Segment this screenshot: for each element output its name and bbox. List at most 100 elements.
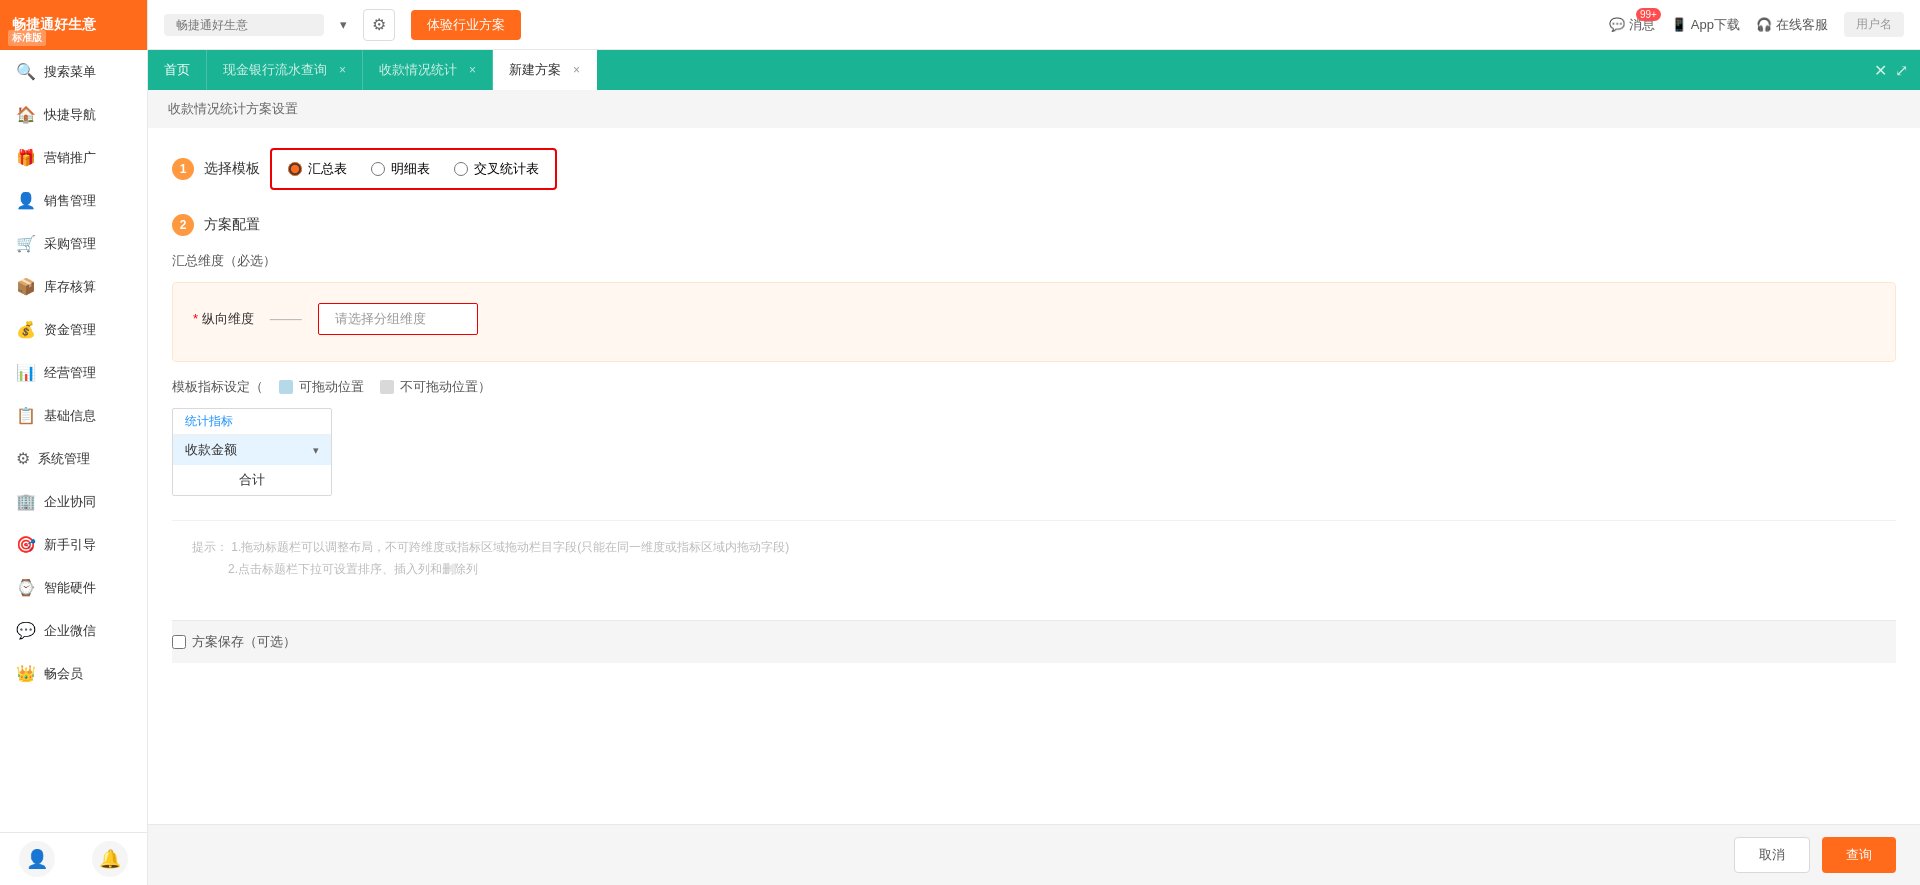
sidebar-icon-system: ⚙ — [16, 449, 30, 468]
page-body: 1 选择模板 汇总表 明细表 交叉统计表 — [148, 128, 1920, 824]
app-download-icon: 📱 — [1671, 17, 1687, 32]
sidebar-item-guide[interactable]: 🎯 新手引导 — [0, 523, 147, 566]
save-option-checkbox[interactable] — [172, 635, 186, 649]
step1-number: 1 — [172, 158, 194, 180]
sidebar-label-inventory: 库存核算 — [44, 278, 96, 296]
tab-label-payment-stats: 收款情况统计 — [379, 61, 457, 79]
col-header-payment[interactable]: 收款金额 ▾ — [173, 435, 331, 465]
indicator-table-area: 统计指标 收款金额 ▾ 合计 — [172, 408, 1896, 496]
sidebar-label-enterprise: 企业协同 — [44, 493, 96, 511]
tab-cash-query[interactable]: 现金银行流水查询 × — [207, 50, 363, 90]
hint-section: 提示： 1.拖动标题栏可以调整布局，不可跨维度或指标区域拖动栏目字段(只能在同一… — [172, 520, 1896, 596]
indicator-table: 统计指标 收款金额 ▾ 合计 — [172, 408, 332, 496]
version-tag: 标准版 — [8, 30, 46, 46]
step1-header: 1 选择模板 汇总表 明细表 交叉统计表 — [172, 148, 1896, 190]
query-button[interactable]: 查询 — [1822, 837, 1896, 873]
sidebar-notification-icon[interactable]: 🔔 — [92, 841, 128, 877]
dimension-placeholder-button[interactable]: 请选择分组维度 — [318, 303, 478, 335]
tab-bar: 首页现金银行流水查询×收款情况统计×新建方案× ✕ ⤢ — [148, 50, 1920, 90]
dimension-row: 纵向维度 —— 请选择分组维度 — [193, 303, 1875, 335]
radio-detail-label: 明细表 — [391, 160, 430, 178]
dimension-section-title: 汇总维度（必选） — [172, 252, 1896, 270]
sidebar-icon-basics: 📋 — [16, 406, 36, 425]
page-title: 收款情况统计方案设置 — [168, 101, 298, 116]
sidebar-item-system[interactable]: ⚙ 系统管理 — [0, 437, 147, 480]
notification-button[interactable]: 💬 消息 99+ — [1609, 16, 1655, 34]
breadcrumb-input[interactable] — [164, 14, 324, 36]
sidebar-label-weixin: 企业微信 — [44, 622, 96, 640]
sidebar-item-member[interactable]: 👑 畅会员 — [0, 652, 147, 695]
sidebar-bottom: 👤 🔔 — [0, 832, 147, 885]
tab-new-plan[interactable]: 新建方案× — [493, 50, 597, 90]
radio-summary[interactable]: 汇总表 — [288, 160, 347, 178]
sidebar-icon-purchase: 🛒 — [16, 234, 36, 253]
radio-detail[interactable]: 明细表 — [371, 160, 430, 178]
legend-fixed: 不可拖动位置） — [380, 378, 491, 396]
radio-summary-label: 汇总表 — [308, 160, 347, 178]
message-icon: 💬 — [1609, 17, 1625, 32]
sidebar-icon-guide: 🎯 — [16, 535, 36, 554]
sidebar-item-weixin[interactable]: 💬 企业微信 — [0, 609, 147, 652]
sidebar-item-sales[interactable]: 👤 销售管理 — [0, 179, 147, 222]
tab-close-all-icon[interactable]: ✕ — [1874, 61, 1887, 80]
top-header: ▾ ⚙ 体验行业方案 💬 消息 99+ 📱 App下载 🎧 在线客服 用户名 — [148, 0, 1920, 50]
sidebar-label-sales: 销售管理 — [44, 192, 96, 210]
user-info[interactable]: 用户名 — [1844, 12, 1904, 37]
sidebar-user-icon[interactable]: 👤 — [19, 841, 55, 877]
sidebar-item-inventory[interactable]: 📦 库存核算 — [0, 265, 147, 308]
sidebar-label-purchase: 采购管理 — [44, 235, 96, 253]
tab-close-new-plan[interactable]: × — [573, 63, 580, 77]
sidebar-item-quick-nav[interactable]: 🏠 快捷导航 — [0, 93, 147, 136]
sidebar-item-marketing[interactable]: 🎁 营销推广 — [0, 136, 147, 179]
sidebar-item-basics[interactable]: 📋 基础信息 — [0, 394, 147, 437]
save-option-text: 方案保存（可选） — [192, 633, 296, 651]
save-option-label[interactable]: 方案保存（可选） — [172, 633, 296, 651]
radio-detail-input[interactable] — [371, 162, 385, 176]
sidebar-icon-inventory: 📦 — [16, 277, 36, 296]
sidebar-item-operations[interactable]: 📊 经营管理 — [0, 351, 147, 394]
bottom-action-bar: 取消 查询 — [148, 824, 1920, 885]
footer-save-section: 方案保存（可选） — [172, 620, 1896, 663]
page-title-bar: 收款情况统计方案设置 — [148, 90, 1920, 128]
cancel-button[interactable]: 取消 — [1734, 837, 1810, 873]
industry-plan-button[interactable]: 体验行业方案 — [411, 10, 521, 40]
sidebar-item-finance[interactable]: 💰 资金管理 — [0, 308, 147, 351]
step1-label: 选择模板 — [204, 160, 260, 178]
settings-gear-button[interactable]: ⚙ — [363, 9, 395, 41]
tab-expand-icon[interactable]: ⤢ — [1895, 61, 1908, 80]
sidebar-label-quick-nav: 快捷导航 — [44, 106, 96, 124]
sidebar-item-search-menu[interactable]: 🔍 搜索菜单 — [0, 50, 147, 93]
sidebar-label-operations: 经营管理 — [44, 364, 96, 382]
radio-cross[interactable]: 交叉统计表 — [454, 160, 539, 178]
radio-summary-input[interactable] — [288, 162, 302, 176]
tab-home[interactable]: 首页 — [148, 50, 207, 90]
dimension-area: 纵向维度 —— 请选择分组维度 — [172, 282, 1896, 362]
step2-header: 2 方案配置 — [172, 214, 1896, 236]
sidebar-icon-operations: 📊 — [16, 363, 36, 382]
tab-payment-stats[interactable]: 收款情况统计 × — [363, 50, 493, 90]
sidebar-item-hardware[interactable]: ⌚ 智能硬件 — [0, 566, 147, 609]
sidebar-icon-hardware: ⌚ — [16, 578, 36, 597]
col-header-label: 收款金额 — [185, 441, 237, 459]
tab-close-cash-query[interactable]: × — [339, 63, 346, 77]
online-service-label: 在线客服 — [1776, 16, 1828, 34]
sidebar-item-enterprise[interactable]: 🏢 企业协同 — [0, 480, 147, 523]
tab-close-payment-stats[interactable]: × — [469, 63, 476, 77]
col-chevron-icon: ▾ — [313, 444, 319, 457]
tab-actions: ✕ ⤢ — [1862, 50, 1920, 90]
sidebar-item-purchase[interactable]: 🛒 采购管理 — [0, 222, 147, 265]
app-download-button[interactable]: 📱 App下载 — [1671, 16, 1740, 34]
dimension-arrow-icon: —— — [270, 310, 302, 328]
online-service-button[interactable]: 🎧 在线客服 — [1756, 16, 1828, 34]
sidebar: 畅捷通好生意 标准版 🔍 搜索菜单 🏠 快捷导航 🎁 营销推广 👤 销售管理 🛒… — [0, 0, 148, 885]
step2-label: 方案配置 — [204, 216, 260, 234]
main-area: ▾ ⚙ 体验行业方案 💬 消息 99+ 📱 App下载 🎧 在线客服 用户名 首… — [148, 0, 1920, 885]
radio-cross-input[interactable] — [454, 162, 468, 176]
top-actions: 💬 消息 99+ 📱 App下载 🎧 在线客服 用户名 — [1609, 12, 1904, 37]
indicators-title-text: 模板指标设定（ — [172, 378, 263, 396]
sidebar-icon-search-menu: 🔍 — [16, 62, 36, 81]
breadcrumb-chevron-icon[interactable]: ▾ — [340, 17, 347, 32]
legend-fixed-label: 不可拖动位置） — [400, 378, 491, 396]
tab-label-cash-query: 现金银行流水查询 — [223, 61, 327, 79]
sidebar-icon-finance: 💰 — [16, 320, 36, 339]
